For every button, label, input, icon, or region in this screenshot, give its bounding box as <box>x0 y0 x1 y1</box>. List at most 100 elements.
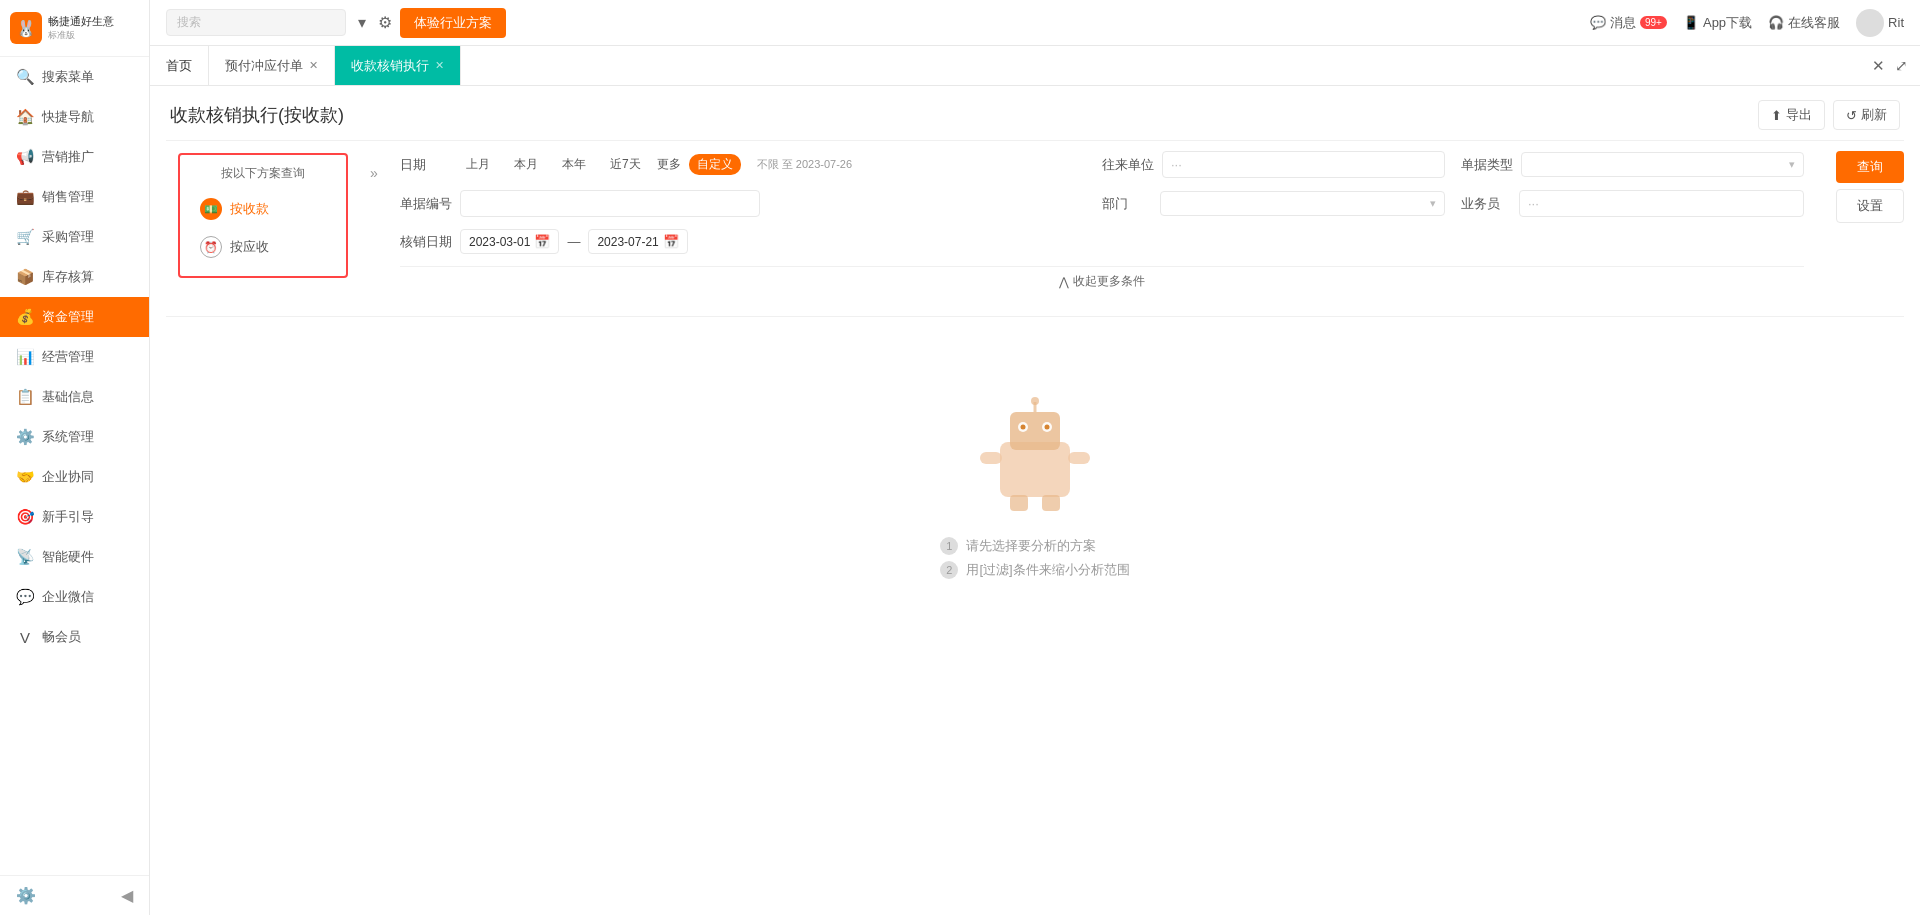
inventory-icon: 📦 <box>16 268 34 286</box>
app-download-btn[interactable]: 📱 App下载 <box>1683 14 1752 32</box>
date-field: 日期 上月 本月 本年 近7天 更多 自定义 不限 至 2023-07-26 <box>400 154 1086 175</box>
staff-dots: ··· <box>1528 196 1539 211</box>
doc-number-field: 单据编号 <box>400 190 1086 217</box>
settings-icon[interactable]: ⚙ <box>378 13 392 32</box>
settings-bottom-icon[interactable]: ⚙️ <box>16 886 36 905</box>
collapse-row: ⋀ 收起更多条件 <box>400 266 1804 296</box>
main-content: 搜索 ▾ ⚙ 体验行业方案 💬 消息 99+ 📱 App下载 🎧 在线客服 Ri <box>150 0 1920 915</box>
user-area[interactable]: Rit <box>1856 9 1904 37</box>
close-prepay-tab-icon[interactable]: ✕ <box>309 59 318 72</box>
sidebar-item-wechat[interactable]: 💬 企业微信 <box>0 577 149 617</box>
filter-by-receivable[interactable]: ⏰ 按应收 <box>180 228 346 266</box>
sidebar-item-inventory[interactable]: 📦 库存核算 <box>0 257 149 297</box>
finance-icon: 💰 <box>16 308 34 326</box>
member-icon: V <box>16 629 34 646</box>
sidebar-item-sales[interactable]: 💼 销售管理 <box>0 177 149 217</box>
marketing-icon: 📢 <box>16 148 34 166</box>
form-row-1: 日期 上月 本月 本年 近7天 更多 自定义 不限 至 2023-07-26 <box>400 151 1804 178</box>
search-icon: 🔍 <box>16 68 34 86</box>
customer-service-btn[interactable]: 🎧 在线客服 <box>1768 14 1840 32</box>
industry-btn[interactable]: 体验行业方案 <box>400 8 506 38</box>
header-search-area: 搜索 ▾ ⚙ 体验行业方案 <box>166 8 1578 38</box>
svg-rect-1 <box>1010 412 1060 450</box>
message-btn[interactable]: 💬 消息 99+ <box>1590 14 1667 32</box>
collapse-filter-icon[interactable]: » <box>364 165 384 181</box>
svg-point-4 <box>1020 425 1025 430</box>
tab-prepay-offset[interactable]: 预付冲应付单 ✕ <box>209 46 335 85</box>
sidebar-item-basic-info[interactable]: 📋 基础信息 <box>0 377 149 417</box>
doc-type-select[interactable]: ▾ <box>1521 152 1804 177</box>
collapse-sidebar-icon[interactable]: ◀ <box>121 886 133 905</box>
sidebar-item-hardware[interactable]: 📡 智能硬件 <box>0 537 149 577</box>
sidebar-label-finance: 资金管理 <box>42 308 94 326</box>
collapse-label: 收起更多条件 <box>1073 273 1145 290</box>
date-last-month[interactable]: 上月 <box>458 154 498 175</box>
filter-by-receipt[interactable]: 💵 按收款 <box>180 190 346 228</box>
doc-number-input[interactable] <box>460 190 760 217</box>
verify-date-label: 核销日期 <box>400 233 452 251</box>
calendar-end-icon: 📅 <box>663 234 679 249</box>
sidebar-item-purchase[interactable]: 🛒 采购管理 <box>0 217 149 257</box>
tab-receipt-offset[interactable]: 收款核销执行 ✕ <box>335 46 461 85</box>
empty-robot-svg <box>975 397 1095 517</box>
filter-panel: 按以下方案查询 💵 按收款 ⏰ 按应收 <box>178 153 348 278</box>
sidebar-bottom: ⚙️ ◀ <box>0 875 149 915</box>
export-icon: ⬆ <box>1771 108 1782 123</box>
svg-rect-9 <box>1068 452 1090 464</box>
verify-end-text: 2023-07-21 <box>597 235 658 249</box>
dept-select[interactable]: ▾ <box>1160 191 1445 216</box>
system-icon: ⚙️ <box>16 428 34 446</box>
doc-type-label: 单据类型 <box>1461 156 1513 174</box>
close-receipt-tab-icon[interactable]: ✕ <box>435 59 444 72</box>
page-header: 收款核销执行(按收款) ⬆ 导出 ↺ 刷新 <box>150 86 1920 140</box>
settings-btn[interactable]: 设置 <box>1836 189 1904 223</box>
app-badge: 标准版 <box>48 29 114 42</box>
close-all-tabs-icon[interactable]: ✕ <box>1872 57 1885 75</box>
verify-date-end-input[interactable]: 2023-07-21 📅 <box>588 229 687 254</box>
export-btn[interactable]: ⬆ 导出 <box>1758 100 1825 130</box>
tab-bar-actions: ✕ ⤢ <box>1860 46 1920 85</box>
app-download-label: App下载 <box>1703 14 1752 32</box>
verify-date-start-input[interactable]: 2023-03-01 📅 <box>460 229 559 254</box>
sidebar-item-marketing[interactable]: 📢 营销推广 <box>0 137 149 177</box>
sidebar-item-system[interactable]: ⚙️ 系统管理 <box>0 417 149 457</box>
query-form: 日期 上月 本月 本年 近7天 更多 自定义 不限 至 2023-07-26 <box>384 141 1820 306</box>
expand-tab-icon[interactable]: ⤢ <box>1895 57 1908 75</box>
refresh-btn[interactable]: ↺ 刷新 <box>1833 100 1900 130</box>
date-7-days[interactable]: 近7天 <box>602 154 649 175</box>
dept-field: 部门 ▾ <box>1102 191 1445 216</box>
dept-label: 部门 <box>1102 195 1152 213</box>
staff-input[interactable]: ··· <box>1519 190 1804 217</box>
sidebar-item-finance[interactable]: 💰 资金管理 <box>0 297 149 337</box>
sidebar-item-search[interactable]: 🔍 搜索菜单 <box>0 57 149 97</box>
app-icon: 📱 <box>1683 15 1699 30</box>
counterpart-input[interactable]: ··· <box>1162 151 1445 178</box>
refresh-icon: ↺ <box>1846 108 1857 123</box>
header-search-box[interactable]: 搜索 <box>166 9 346 36</box>
sidebar-item-guide[interactable]: 🎯 新手引导 <box>0 497 149 537</box>
purchase-icon: 🛒 <box>16 228 34 246</box>
query-btn[interactable]: 查询 <box>1836 151 1904 183</box>
sidebar-item-enterprise[interactable]: 🤝 企业协同 <box>0 457 149 497</box>
date-label: 日期 <box>400 156 450 174</box>
sidebar-item-member[interactable]: V 畅会员 <box>0 617 149 657</box>
operations-icon: 📊 <box>16 348 34 366</box>
doc-number-label: 单据编号 <box>400 195 452 213</box>
sidebar-item-quick-nav[interactable]: 🏠 快捷导航 <box>0 97 149 137</box>
date-this-year[interactable]: 本年 <box>554 154 594 175</box>
basic-info-icon: 📋 <box>16 388 34 406</box>
svg-rect-10 <box>1010 495 1028 511</box>
filter-receivable-label: 按应收 <box>230 238 269 256</box>
sidebar-item-operations[interactable]: 📊 经营管理 <box>0 337 149 377</box>
collapse-more-btn[interactable]: ⋀ 收起更多条件 <box>1059 273 1145 290</box>
gear-icon[interactable]: ▾ <box>358 13 366 32</box>
tab-home[interactable]: 首页 <box>150 46 209 85</box>
empty-state: 1 请先选择要分析的方案 2 用[过滤]条件来缩小分析范围 <box>150 317 1920 665</box>
date-custom[interactable]: 自定义 <box>689 154 741 175</box>
sidebar-label-marketing: 营销推广 <box>42 148 94 166</box>
date-more[interactable]: 更多 <box>657 156 681 173</box>
date-filter: 上月 本月 本年 近7天 更多 自定义 <box>458 154 741 175</box>
form-row-3: 核销日期 2023-03-01 📅 — 2023-07-21 📅 <box>400 229 1804 254</box>
date-this-month[interactable]: 本月 <box>506 154 546 175</box>
sidebar: 🐰 畅捷通好生意 标准版 🔍 搜索菜单 🏠 快捷导航 📢 营销推广 💼 销售管理… <box>0 0 150 915</box>
